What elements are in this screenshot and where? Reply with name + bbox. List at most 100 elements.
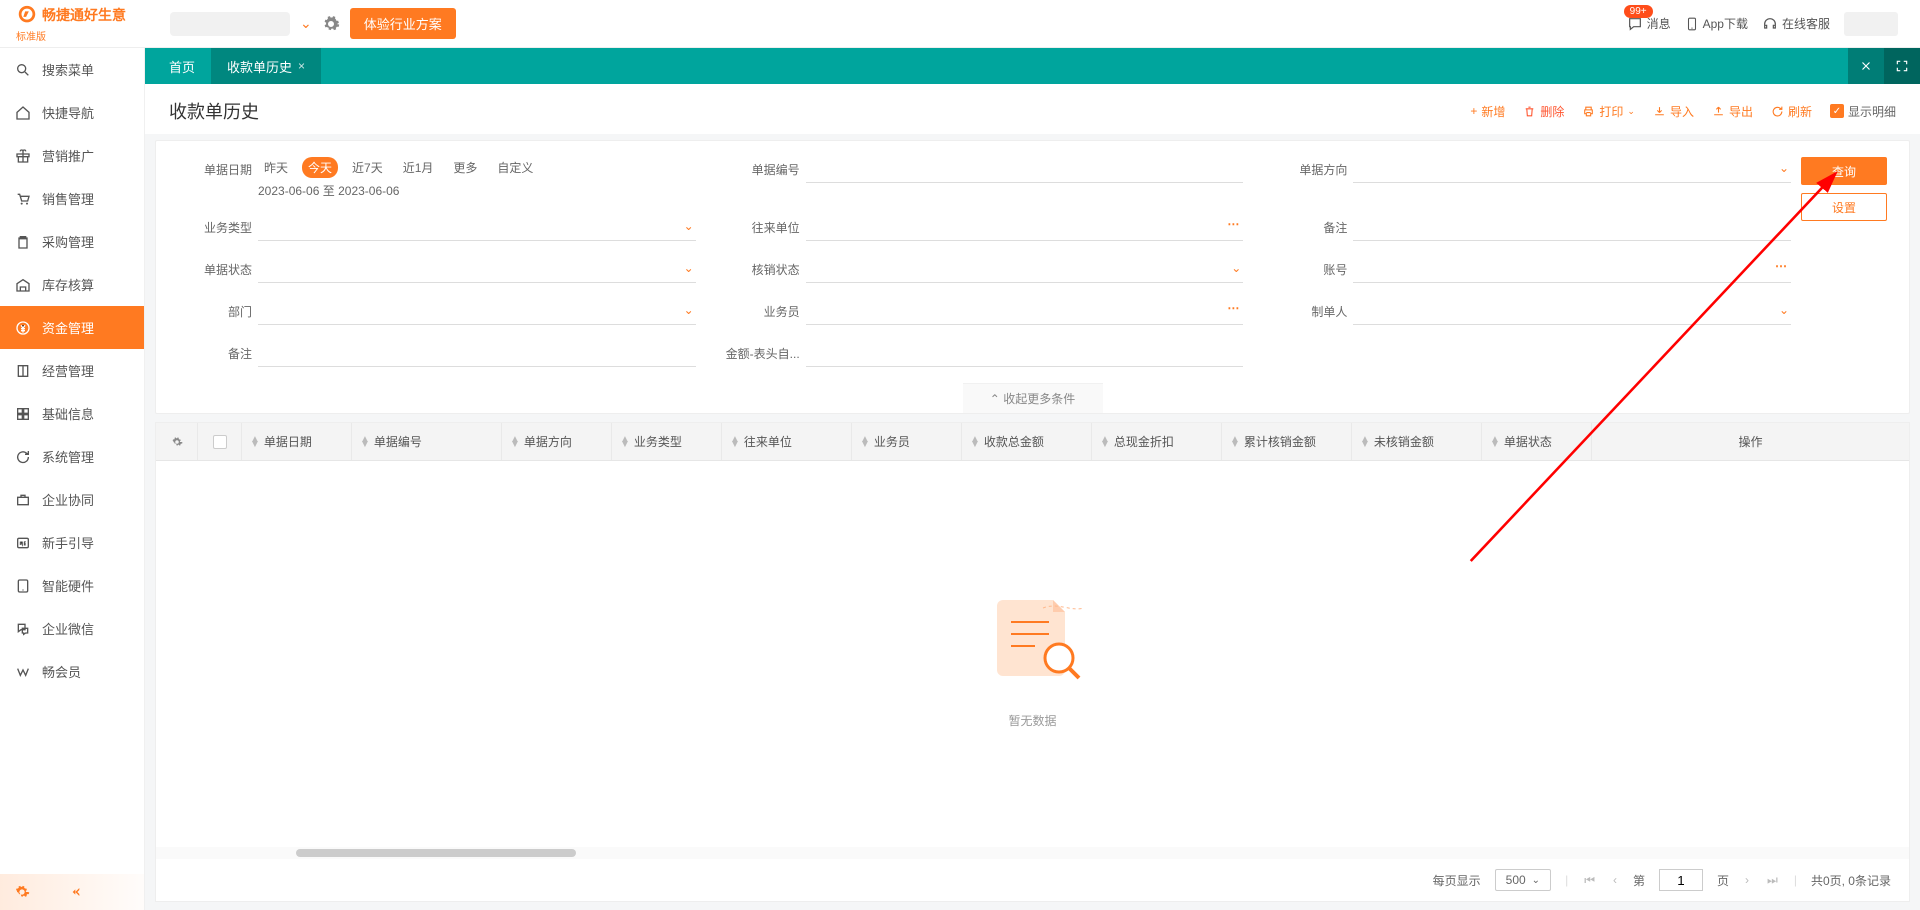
ellipsis-icon[interactable]: ⋯ xyxy=(1227,301,1241,315)
support-link[interactable]: 在线客服 xyxy=(1762,15,1830,32)
column-header[interactable]: ▲▼单据日期 xyxy=(242,423,352,460)
pager-next[interactable]: › xyxy=(1743,873,1751,887)
date-chip-5[interactable]: 自定义 xyxy=(491,157,539,178)
tab-label: 收款单历史 xyxy=(227,57,292,76)
column-header[interactable]: ▲▼单据状态 xyxy=(1482,423,1592,460)
filter-remark2-label: 备注 xyxy=(178,341,258,362)
pager-prev[interactable]: ‹ xyxy=(1611,873,1619,887)
sidebar-item-new[interactable]: 新手引导 xyxy=(0,521,144,564)
column-header[interactable]: ▲▼未核销金额 xyxy=(1352,423,1482,460)
toolbar-add[interactable]: + 新增 xyxy=(1470,103,1505,120)
filter-writeoff-select[interactable] xyxy=(806,257,1244,283)
per-page-select[interactable]: 500 ⌄ xyxy=(1495,869,1551,891)
pager-current-input[interactable] xyxy=(1659,869,1703,891)
filter-amount-input[interactable] xyxy=(806,341,1244,367)
filter-docstatus-select[interactable] xyxy=(258,257,696,283)
filter-partner-input[interactable] xyxy=(806,215,1244,241)
user-avatar[interactable] xyxy=(1844,12,1898,36)
collapse-filters-button[interactable]: ⌃ 收起更多条件 xyxy=(963,383,1103,413)
tab-close-button[interactable] xyxy=(1848,48,1884,84)
sidebar-item-money[interactable]: 资金管理 xyxy=(0,306,144,349)
date-chip-4[interactable]: 更多 xyxy=(447,157,483,178)
sidebar-item-label: 畅会员 xyxy=(42,662,81,681)
clipboard-icon xyxy=(14,233,32,251)
close-icon[interactable]: × xyxy=(298,59,305,73)
settings-icon[interactable] xyxy=(322,15,340,33)
toolbar-show-detail[interactable]: ✓ 显示明细 xyxy=(1830,103,1896,120)
ellipsis-icon[interactable]: ⋯ xyxy=(1227,217,1241,231)
sort-icon: ▲▼ xyxy=(1360,437,1370,447)
ellipsis-icon[interactable]: ⋯ xyxy=(1775,259,1789,273)
table-settings-column[interactable] xyxy=(156,423,198,460)
filter-remark2-input[interactable] xyxy=(258,341,696,367)
tab-bar: 首页收款单历史 × xyxy=(145,48,1920,84)
tab-1[interactable]: 收款单历史 × xyxy=(211,48,321,84)
sidebar-item-cycle[interactable]: 系统管理 xyxy=(0,435,144,478)
date-chip-0[interactable]: 昨天 xyxy=(258,157,294,178)
column-header[interactable]: ▲▼累计核销金额 xyxy=(1222,423,1352,460)
filter-biztype-select[interactable] xyxy=(258,215,696,241)
cart-icon xyxy=(14,190,32,208)
org-selector[interactable]: ⌄ xyxy=(170,12,312,36)
pagination: 每页显示 500 ⌄ | ⏮ ‹ 第 页 › ⏭ | xyxy=(156,859,1909,901)
app-download-link[interactable]: App下载 xyxy=(1685,15,1748,32)
filter-docno-input[interactable] xyxy=(806,157,1244,183)
column-header[interactable]: ▲▼业务类型 xyxy=(612,423,722,460)
column-header[interactable]: ▲▼单据编号 xyxy=(352,423,502,460)
sidebar-item-search[interactable]: 搜索菜单 xyxy=(0,48,144,91)
toolbar-print[interactable]: 打印 ⌄ xyxy=(1582,103,1635,120)
sort-icon: ▲▼ xyxy=(1230,437,1240,447)
sidebar-item-briefcase[interactable]: 企业协同 xyxy=(0,478,144,521)
toolbar-delete[interactable]: 删除 xyxy=(1523,103,1564,120)
column-header[interactable]: 操作 xyxy=(1592,423,1909,460)
toolbar-export[interactable]: 导出 xyxy=(1712,103,1753,120)
sidebar-item-member[interactable]: 畅会员 xyxy=(0,650,144,693)
filter-creator-select[interactable] xyxy=(1353,299,1791,325)
query-button[interactable]: 查询 xyxy=(1801,157,1887,185)
column-header[interactable]: ▲▼单据方向 xyxy=(502,423,612,460)
sidebar-settings-icon[interactable] xyxy=(14,884,30,900)
filter-operator-input[interactable] xyxy=(806,299,1244,325)
filter-dept-select[interactable] xyxy=(258,299,696,325)
sidebar-item-label: 销售管理 xyxy=(42,189,94,208)
table-horizontal-scrollbar[interactable] xyxy=(156,847,1909,859)
chevron-down-icon: ⌄ xyxy=(1627,106,1635,117)
filter-account-input[interactable] xyxy=(1353,257,1791,283)
date-chip-2[interactable]: 近7天 xyxy=(346,157,389,178)
sidebar-item-cart[interactable]: 销售管理 xyxy=(0,177,144,220)
sidebar-item-wechat[interactable]: 企业微信 xyxy=(0,607,144,650)
sidebar-collapse-icon[interactable] xyxy=(70,884,86,900)
sidebar-item-warehouse[interactable]: 库存核算 xyxy=(0,263,144,306)
trial-button[interactable]: 体验行业方案 xyxy=(350,8,456,39)
toolbar-refresh[interactable]: 刷新 xyxy=(1771,103,1812,120)
column-header[interactable]: ▲▼收款总金额 xyxy=(962,423,1092,460)
filter-settings-button[interactable]: 设置 xyxy=(1801,193,1887,221)
search-icon xyxy=(14,61,32,79)
select-all-checkbox[interactable] xyxy=(198,423,242,460)
sidebar-item-clipboard[interactable]: 采购管理 xyxy=(0,220,144,263)
pager-last[interactable]: ⏭ xyxy=(1765,873,1780,888)
fullscreen-button[interactable] xyxy=(1884,48,1920,84)
sidebar-item-home[interactable]: 快捷导航 xyxy=(0,91,144,134)
tab-0[interactable]: 首页 xyxy=(153,48,211,84)
column-header[interactable]: ▲▼业务员 xyxy=(852,423,962,460)
column-header[interactable]: ▲▼往来单位 xyxy=(722,423,852,460)
pager-first[interactable]: ⏮ xyxy=(1582,873,1597,888)
sidebar-item-gift[interactable]: 营销推广 xyxy=(0,134,144,177)
member-icon xyxy=(14,663,32,681)
sidebar-item-label: 采购管理 xyxy=(42,232,94,251)
grid-icon xyxy=(14,405,32,423)
messages-link[interactable]: 消息 99+ xyxy=(1627,15,1671,32)
sidebar-item-book[interactable]: 经营管理 xyxy=(0,349,144,392)
toolbar-import[interactable]: 导入 xyxy=(1653,103,1694,120)
sidebar-item-grid[interactable]: 基础信息 xyxy=(0,392,144,435)
date-chip-3[interactable]: 近1月 xyxy=(397,157,440,178)
sidebar: 搜索菜单快捷导航营销推广销售管理采购管理库存核算资金管理经营管理基础信息系统管理… xyxy=(0,48,145,910)
column-header[interactable]: ▲▼总现金折扣 xyxy=(1092,423,1222,460)
headset-icon xyxy=(1762,16,1778,32)
date-chip-1[interactable]: 今天 xyxy=(302,157,338,178)
filter-remark-input[interactable] xyxy=(1353,215,1791,241)
sidebar-item-device[interactable]: 智能硬件 xyxy=(0,564,144,607)
filter-docdir-select[interactable] xyxy=(1353,157,1791,183)
filter-partner-label: 往来单位 xyxy=(726,215,806,236)
